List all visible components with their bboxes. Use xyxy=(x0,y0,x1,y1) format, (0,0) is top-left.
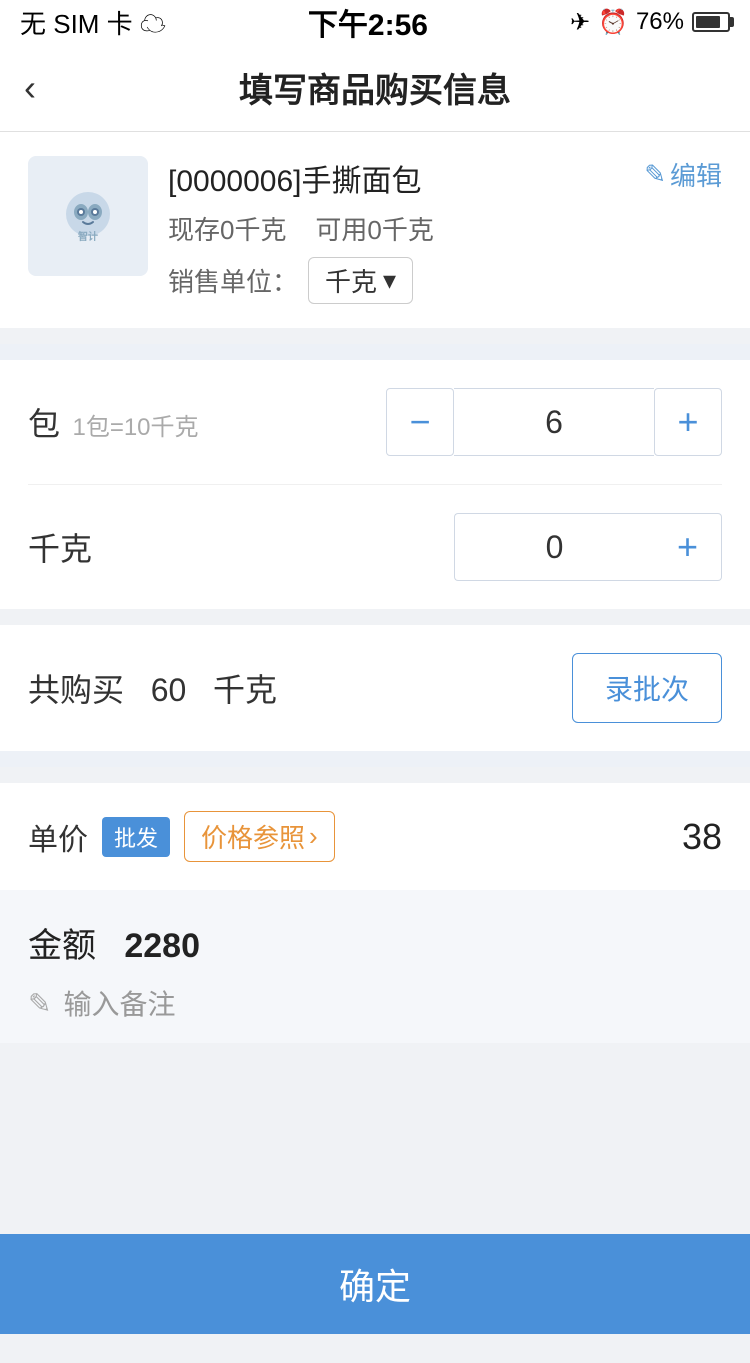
edit-button[interactable]: ✎ 编辑 xyxy=(644,156,722,193)
location-icon: ✈ xyxy=(570,8,590,37)
amount-section: 金额 2280 ✎ 输入备注 xyxy=(0,890,750,1043)
section-divider-1 xyxy=(0,344,750,360)
page-title: 填写商品购买信息 xyxy=(239,63,511,112)
confirm-button[interactable]: 确定 xyxy=(0,1234,750,1334)
product-card: 智计 [0000006]手撕面包 现存0千克 可用0千克 销售单位： 千克 ▾ … xyxy=(0,132,750,328)
product-info: [0000006]手撕面包 现存0千克 可用0千克 销售单位： 千克 ▾ xyxy=(168,156,624,304)
amount-row: 金额 2280 xyxy=(28,918,722,967)
qty-label-kg: 千克 xyxy=(28,524,92,570)
sim-label: 无 SIM 卡 ☁ xyxy=(20,4,166,41)
note-icon: ✎ xyxy=(28,987,51,1020)
price-section: 单价 批发 价格参照 › 38 xyxy=(0,783,750,890)
status-right: ✈ ⏰ 76% xyxy=(570,8,730,37)
increment-bag-button[interactable]: + xyxy=(654,388,722,456)
svg-text:智计: 智计 xyxy=(78,230,98,243)
status-time: 下午2:56 xyxy=(308,0,428,44)
increment-kg-button[interactable]: + xyxy=(654,513,722,581)
price-value: 38 xyxy=(682,816,722,858)
total-text: 共购买 60 千克 xyxy=(28,665,277,711)
qty-controls-bag: − + xyxy=(386,388,722,456)
decrement-bag-button[interactable]: − xyxy=(386,388,454,456)
product-unit: 销售单位： 千克 ▾ xyxy=(168,257,624,304)
record-batch-button[interactable]: 录批次 xyxy=(572,653,722,723)
product-name: [0000006]手撕面包 xyxy=(168,156,624,200)
alarm-icon: ⏰ xyxy=(598,8,628,37)
total-amount: 60 xyxy=(151,672,187,708)
quantity-row-kg: 千克 + xyxy=(28,485,722,609)
price-left: 单价 批发 价格参照 › xyxy=(28,811,335,862)
arrow-icon: › xyxy=(309,821,318,852)
quantity-row-bag: 包 1包=10千克 − + xyxy=(28,360,722,485)
nav-bar: ‹ 填写商品购买信息 xyxy=(0,44,750,132)
qty-input-bag[interactable] xyxy=(454,388,654,456)
section-divider-2 xyxy=(0,751,750,767)
quantity-section: 包 1包=10千克 − + 千克 + xyxy=(0,360,750,609)
edit-icon: ✎ xyxy=(644,159,666,190)
status-bar: 无 SIM 卡 ☁ 下午2:56 ✈ ⏰ 76% xyxy=(0,0,750,44)
qty-input-kg[interactable] xyxy=(454,513,654,581)
batch-tag: 批发 xyxy=(102,817,170,857)
note-row[interactable]: ✎ 输入备注 xyxy=(28,983,722,1023)
product-stock: 现存0千克 可用0千克 xyxy=(168,210,624,247)
note-placeholder: 输入备注 xyxy=(63,983,175,1023)
unit-select[interactable]: 千克 ▾ xyxy=(308,257,413,304)
status-left: 无 SIM 卡 ☁ xyxy=(20,4,166,41)
product-image: 智计 xyxy=(28,156,148,276)
battery-icon xyxy=(692,12,730,32)
qty-label-bag: 包 1包=10千克 xyxy=(28,399,199,445)
amount-value: 2280 xyxy=(124,927,200,965)
total-section: 共购买 60 千克 录批次 xyxy=(0,625,750,751)
qty-controls-kg: + xyxy=(454,513,722,581)
dropdown-icon: ▾ xyxy=(383,265,396,296)
battery-label: 76% xyxy=(636,8,684,36)
back-button[interactable]: ‹ xyxy=(24,67,36,109)
price-ref-button[interactable]: 价格参照 › xyxy=(184,811,335,862)
